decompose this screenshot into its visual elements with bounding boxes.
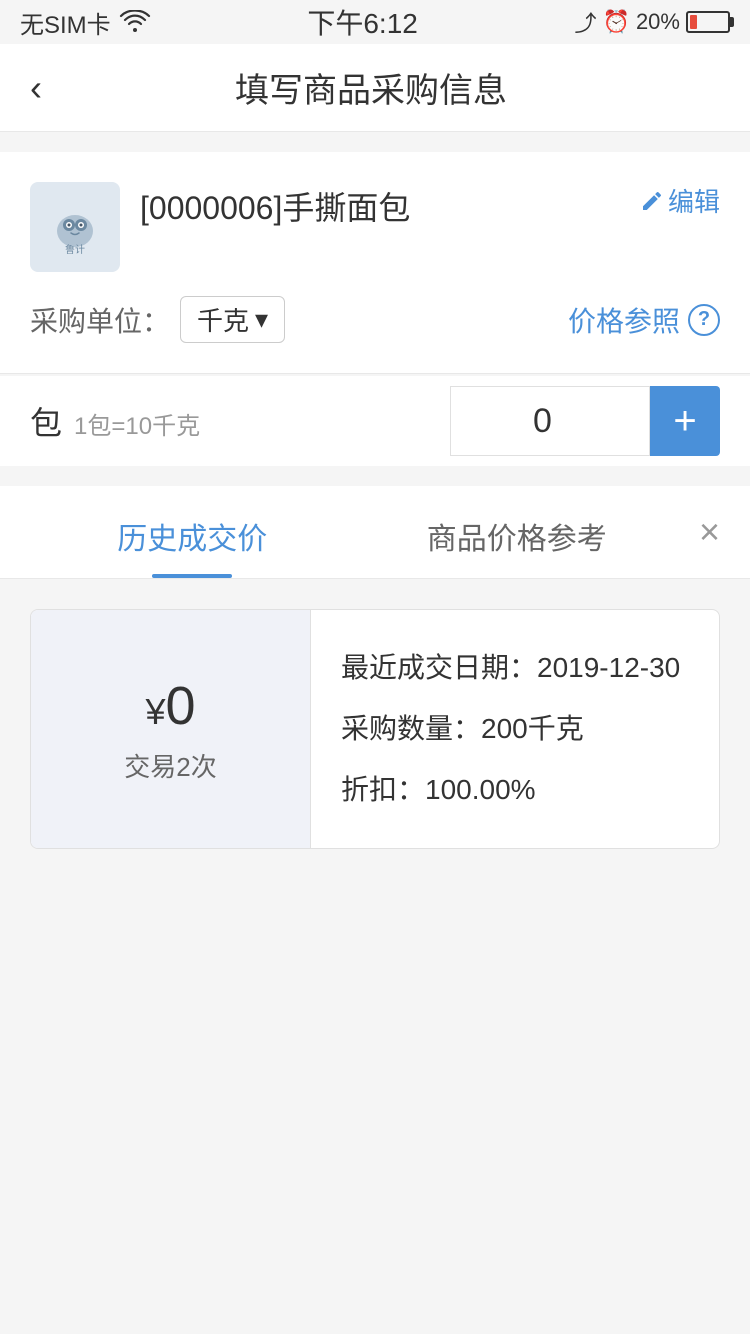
quantity-unit-info: 包 1包=10千克: [30, 398, 200, 444]
discount-value: 100.00%: [425, 774, 536, 805]
svg-text:鲁计: 鲁计: [65, 243, 85, 256]
quantity-row: 包 1包=10千克 +: [0, 376, 750, 466]
quantity-hint: 1包=10千克: [74, 406, 200, 441]
back-button[interactable]: ‹: [30, 67, 42, 109]
product-info: 鲁计 [0000006]手撕面包: [30, 182, 410, 272]
price-ref-label: 价格参照: [568, 300, 680, 340]
currency-symbol: ¥: [145, 691, 165, 732]
page-title: 填写商品采购信息: [72, 63, 670, 112]
alarm-icon: ⏰: [603, 9, 630, 35]
battery-pct: 20%: [636, 9, 680, 35]
tab-product-price-ref[interactable]: 商品价格参考: [354, 486, 678, 578]
wifi-icon: [119, 10, 151, 34]
tabs-bar: 历史成交价 商品价格参考 ×: [0, 486, 750, 579]
history-card: ¥0 交易2次 最近成交日期：2019-12-30 采购数量：200千克 折扣：…: [30, 609, 720, 849]
edit-icon: [640, 189, 664, 213]
product-card: 鲁计 [0000006]手撕面包 编辑 采购单位： 千克 ▾ 价格参照 ?: [0, 152, 750, 374]
dropdown-arrow-icon: ▾: [255, 304, 268, 335]
history-trades: 交易2次: [124, 747, 216, 784]
unit-value: 千克: [197, 301, 249, 338]
tab-price-ref-label: 商品价格参考: [427, 523, 607, 556]
info-icon: ?: [688, 304, 720, 336]
edit-label: 编辑: [668, 182, 720, 219]
unit-label: 采购单位： 千克 ▾: [30, 296, 285, 343]
product-thumb-icon: 鲁计: [45, 197, 105, 257]
page-header: ‹ 填写商品采购信息: [0, 44, 750, 132]
quantity-input-group: +: [450, 386, 720, 456]
status-left: 无SIM卡: [20, 5, 151, 40]
status-right: ⤴ ⏰ 20%: [575, 6, 730, 38]
history-qty-row: 采购数量：200千克: [341, 707, 689, 752]
battery-icon: [686, 11, 730, 33]
price-ref-button[interactable]: 价格参照 ?: [568, 300, 720, 340]
tab-history-price[interactable]: 历史成交价: [30, 486, 354, 578]
history-section: ¥0 交易2次 最近成交日期：2019-12-30 采购数量：200千克 折扣：…: [0, 579, 750, 1179]
location-icon: ⤴: [575, 6, 597, 38]
discount-label: 折扣：: [341, 774, 425, 805]
history-details: 最近成交日期：2019-12-30 采购数量：200千克 折扣：100.00%: [311, 610, 719, 848]
history-price-panel: ¥0 交易2次: [31, 610, 311, 848]
purchase-qty-label: 采购数量：: [341, 713, 481, 744]
quantity-unit: 包: [30, 398, 62, 444]
tabs-close-button[interactable]: ×: [679, 491, 720, 573]
status-bar: 无SIM卡 下午6:12 ⤴ ⏰ 20%: [0, 0, 750, 44]
history-price-value: ¥0: [145, 675, 195, 737]
unit-selector[interactable]: 千克 ▾: [180, 296, 285, 343]
quantity-input[interactable]: [450, 386, 650, 456]
purchase-qty-value: 200千克: [481, 713, 584, 744]
recent-date-value: 2019-12-30: [537, 652, 680, 683]
history-discount-row: 折扣：100.00%: [341, 768, 689, 813]
product-name: [0000006]手撕面包: [140, 182, 410, 231]
status-time: 下午6:12: [307, 2, 418, 42]
carrier-text: 无SIM卡: [20, 5, 111, 40]
recent-date-label: 最近成交日期：: [341, 652, 537, 683]
history-date-row: 最近成交日期：2019-12-30: [341, 646, 689, 691]
quantity-plus-button[interactable]: +: [650, 386, 720, 456]
tab-history-label: 历史成交价: [117, 523, 267, 556]
product-thumbnail: 鲁计: [30, 182, 120, 272]
edit-button[interactable]: 编辑: [640, 182, 720, 219]
